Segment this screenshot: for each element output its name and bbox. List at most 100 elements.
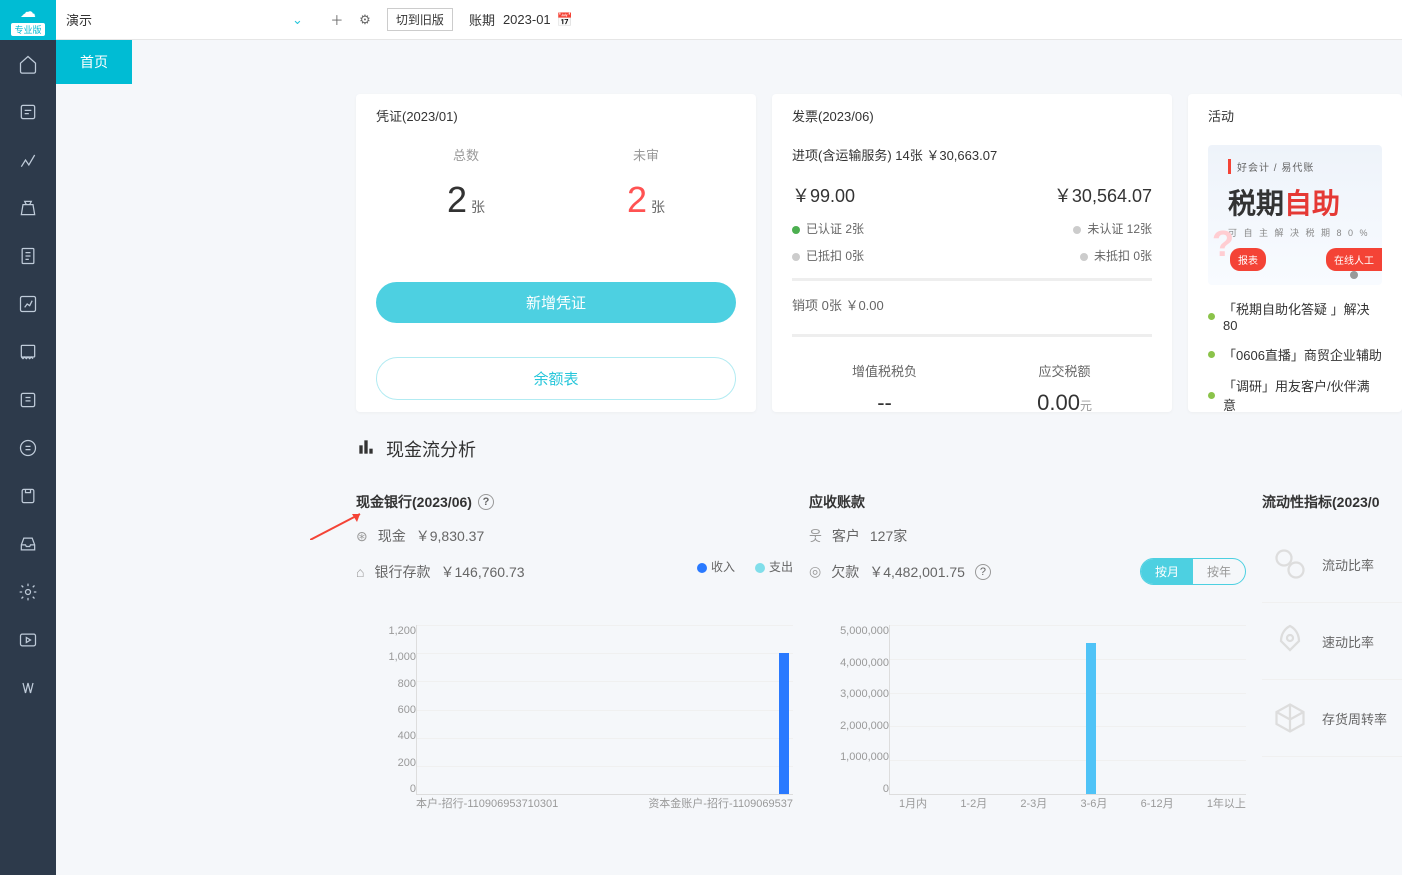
banner-badge-support: 在线人工	[1326, 248, 1382, 271]
calendar-icon[interactable]: 📅	[557, 12, 573, 28]
ledger-icon[interactable]	[0, 232, 56, 280]
activity-title: 活动	[1208, 106, 1382, 125]
receivable-chart: 5,000,0004,000,0003,000,0002,000,0001,00…	[809, 625, 1246, 825]
help-icon[interactable]: ?	[975, 564, 991, 580]
user-icon: 웃	[809, 526, 822, 546]
bullet-icon	[1208, 351, 1215, 358]
settings-icon[interactable]: ⚙	[351, 12, 379, 28]
cashflow-header: 现金流分析	[356, 436, 1402, 462]
divider-2	[792, 334, 1152, 337]
video-icon[interactable]	[0, 616, 56, 664]
cash-bank-title: 现金银行(2023/06) ?	[356, 492, 793, 512]
voucher-total-value: 2	[447, 179, 467, 220]
voucher-unreviewed-label: 未审	[627, 145, 665, 164]
dot-green-icon	[792, 226, 800, 234]
chevron-down-icon: ⌄	[292, 12, 303, 28]
liquidity-item[interactable]: 存货周转率	[1262, 680, 1402, 757]
annotation-arrow-icon	[310, 510, 370, 540]
toggle-month[interactable]: 按月	[1141, 559, 1193, 584]
x-label: 资本金账户-招行-1109069537	[648, 795, 793, 825]
main-content: 凭证(2023/01) 总数 2张 未审 2张 新增凭证 余额表 发票(2023…	[56, 84, 1402, 825]
vat-burden-label: 增值税税负	[852, 361, 917, 380]
activity-list: 「税期自助化答疑 」解决80 「0606直播」商贸企业辅助 「调研」用友客户/伙…	[1208, 299, 1382, 412]
sidebar: ☁ 专业版	[0, 0, 56, 875]
voucher-title: 凭证(2023/01)	[376, 106, 736, 125]
box-icon	[1272, 700, 1308, 736]
x-axis: 1月内 1-2月 2-3月 3-6月 6-12月 1年以上	[899, 795, 1246, 825]
banner-badge-report: 报表	[1230, 248, 1266, 271]
invoice-amount-right: ￥30,564.07	[1054, 182, 1152, 208]
archive-icon[interactable]	[0, 472, 56, 520]
help-icon[interactable]: ?	[478, 494, 494, 510]
activity-card: 活动 好会计 / 易代账 税期自助 可 自 主 解 决 税 期 8 0 % ? …	[1188, 94, 1402, 412]
company-dropdown[interactable]: 演示 ⌄	[66, 10, 303, 29]
calc-icon[interactable]	[0, 424, 56, 472]
cash-line: ⊛ 现金 ￥9,830.37	[356, 526, 793, 546]
tax-payable-label: 应交税额	[1037, 361, 1092, 380]
bullet-icon	[1208, 392, 1215, 399]
vat-burden: 增值税税负 --	[852, 361, 917, 416]
invoice-amount-left: ￥99.00	[792, 182, 855, 208]
activity-item[interactable]: 「税期自助化答疑 」解决80	[1208, 299, 1382, 333]
voucher-total: 总数 2张	[447, 145, 485, 221]
voucher-unit: 张	[471, 199, 485, 215]
carousel-dot[interactable]	[1350, 271, 1358, 279]
tab-home[interactable]: 首页	[56, 40, 132, 84]
y-axis: 1,2001,0008006004002000	[356, 625, 416, 795]
debt-line: ◎ 欠款 ￥4,482,001.75 ?	[809, 562, 991, 582]
x-axis: 本户-招行-110906953710301 资本金账户-招行-110906953…	[416, 795, 793, 825]
period-toggle: 按月 按年	[1140, 558, 1246, 585]
vip-icon[interactable]	[0, 664, 56, 712]
voucher-unreviewed-value: 2	[627, 179, 647, 220]
balance-sheet-button[interactable]: 余额表	[376, 357, 736, 400]
banner-headline: 税期自助	[1228, 182, 1382, 222]
receivable-title: 应收账款	[809, 492, 1246, 512]
x-label: 本户-招行-110906953710301	[416, 795, 558, 825]
activity-item[interactable]: 「调研」用友客户/伙伴满意	[1208, 376, 1382, 412]
chart-legend: 收入 支出	[697, 558, 793, 575]
chart-icon[interactable]	[0, 280, 56, 328]
invoice-sales-line: 销项 0张 ￥0.00	[792, 295, 1152, 314]
period-value: 2023-01	[503, 12, 551, 27]
bullet-icon	[1208, 313, 1215, 320]
toggle-year[interactable]: 按年	[1193, 559, 1245, 584]
plus-icon[interactable]: ＋	[323, 10, 351, 29]
vat-burden-value: --	[852, 390, 917, 416]
activity-item[interactable]: 「0606直播」商贸企业辅助	[1208, 345, 1382, 364]
money-bag-icon[interactable]	[0, 184, 56, 232]
dot-cyan-icon	[755, 563, 765, 573]
liquidity-item[interactable]: 速动比率	[1262, 603, 1402, 680]
invoice-purchase-line: 进项(含运输服务) 14张 ￥30,663.07	[792, 145, 1152, 164]
chart-bar[interactable]	[1086, 643, 1096, 794]
liquidity-title: 流动性指标(2023/0	[1262, 492, 1402, 512]
cloud-icon: ☁	[20, 5, 36, 21]
tax-payable: 应交税额 0.00元	[1037, 361, 1092, 416]
activity-banner[interactable]: 好会计 / 易代账 税期自助 可 自 主 解 决 税 期 8 0 % ? 报表 …	[1208, 145, 1382, 285]
inbox-icon[interactable]	[0, 520, 56, 568]
gear-icon[interactable]	[0, 568, 56, 616]
banner-top: 好会计 / 易代账	[1228, 159, 1382, 174]
voucher-unit-2: 张	[651, 199, 665, 215]
liquidity-item[interactable]: 流动比率	[1262, 526, 1402, 603]
tax-payable-value: 0.00	[1037, 390, 1080, 415]
tax-icon[interactable]	[0, 376, 56, 424]
tax-payable-unit: 元	[1080, 399, 1092, 413]
home-icon[interactable]	[0, 40, 56, 88]
add-voucher-button[interactable]: 新增凭证	[376, 282, 736, 323]
customer-line: 웃 客户 127家	[809, 526, 1246, 546]
voucher-total-label: 总数	[447, 145, 485, 164]
invoice-uncertified: 未认证 12张	[972, 220, 1152, 237]
dot-gray-icon-2	[792, 253, 800, 261]
bank-icon: ⌂	[356, 564, 364, 580]
receipt-icon[interactable]	[0, 328, 56, 376]
voucher-card: 凭证(2023/01) 总数 2张 未审 2张 新增凭证 余额表	[356, 94, 756, 412]
invoice-deducted: 已抵扣 0张	[792, 247, 972, 264]
company-name: 演示	[66, 10, 92, 29]
chart-bar[interactable]	[779, 653, 789, 794]
voucher-icon[interactable]	[0, 88, 56, 136]
old-version-button[interactable]: 切到旧版	[387, 8, 453, 31]
edition-badge: 专业版	[11, 23, 44, 36]
receivable-card: 应收账款 웃 客户 127家 ◎ 欠款 ￥4,482,001.75 ? 按月 按…	[809, 492, 1246, 825]
cashflow-title: 现金流分析	[386, 436, 476, 462]
report-icon[interactable]	[0, 136, 56, 184]
